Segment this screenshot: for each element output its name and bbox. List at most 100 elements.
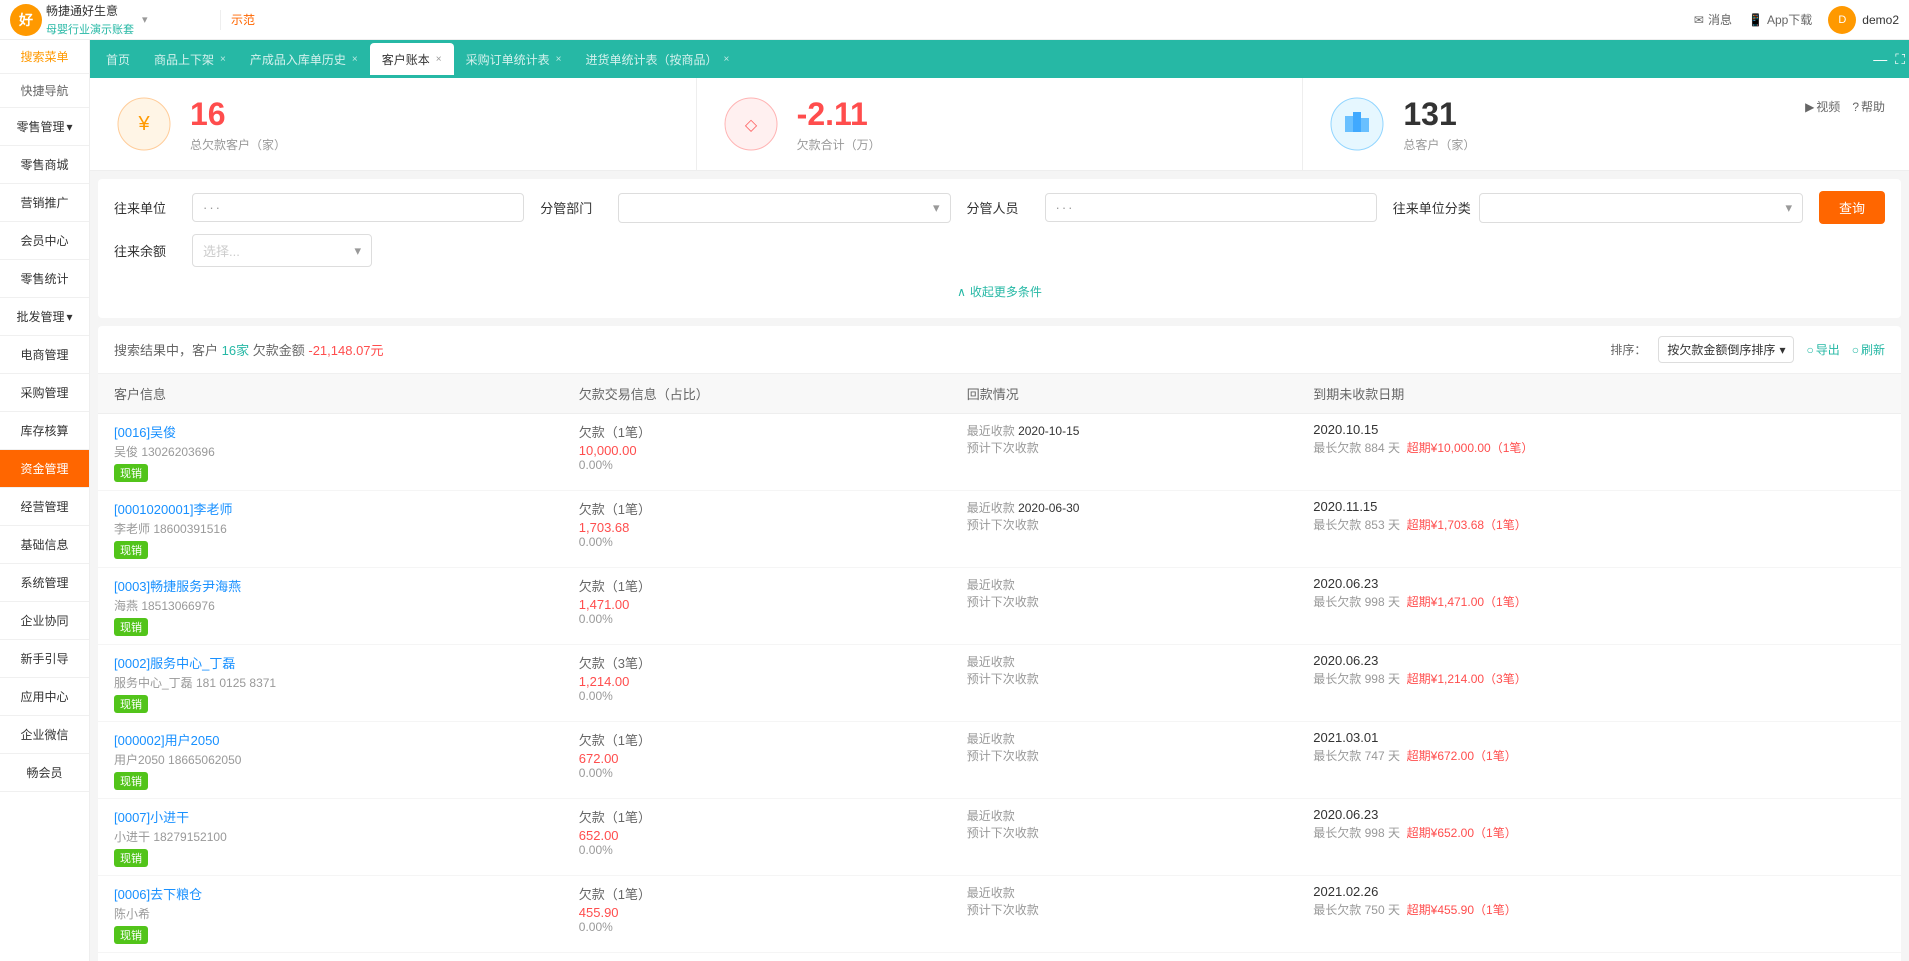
sidebar-item-operations[interactable]: 经营管理 [0, 488, 89, 526]
debt-amount-6[interactable]: 455.90 [579, 905, 935, 920]
tab-close-purchase-order[interactable]: × [556, 54, 562, 65]
tab-close-inventory-stats[interactable]: × [723, 54, 729, 65]
customer-tag-2: 现销 [114, 618, 148, 636]
debt-label-5: 欠款（1笔） [579, 807, 935, 826]
overdue-link-2[interactable]: 超期¥1,471.00（1笔） [1407, 595, 1527, 609]
overdue-info-4: 最长欠款 747 天 超期¥672.00（1笔） [1313, 747, 1885, 764]
sidebar-item-retail-stats[interactable]: 零售统计 [0, 260, 89, 298]
customer-tag-3: 现销 [114, 695, 148, 713]
debt-amount-2[interactable]: 1,471.00 [579, 597, 935, 612]
cell-customer-1: [0001020001]李老师 李老师 18600391516 现销 [98, 491, 563, 568]
filter-row-2: 往来余额 选择... ▾ [114, 234, 1885, 267]
filter-balance-label: 往来余额 [114, 241, 184, 260]
tab-close-product-offline[interactable]: × [220, 54, 226, 65]
sidebar-item-wechat[interactable]: 企业微信 [0, 716, 89, 754]
help-btn[interactable]: ? 帮助 [1852, 98, 1885, 115]
customer-tag-1: 现销 [114, 541, 148, 559]
sidebar-item-basic-info[interactable]: 基础信息 [0, 526, 89, 564]
overdue-link-6[interactable]: 超期¥455.90（1笔） [1407, 903, 1517, 917]
stat-content-debt-customers: 16 总欠款客户（家） [190, 95, 286, 152]
sidebar-item-marketing[interactable]: 营销推广 [0, 184, 89, 222]
overdue-link-1[interactable]: 超期¥1,703.68（1笔） [1407, 518, 1527, 532]
tab-home[interactable]: 首页 [94, 43, 142, 75]
sidebar-item-vip[interactable]: 畅会员 [0, 754, 89, 792]
sidebar-item-retail-mgmt[interactable]: 零售管理 ▾ [0, 108, 89, 146]
filter-balance-select[interactable]: 选择... ▾ [192, 234, 372, 267]
due-date-0: 2020.10.15 [1313, 422, 1885, 437]
sidebar-item-enterprise[interactable]: 企业协同 [0, 602, 89, 640]
cell-due-3: 2020.06.23 最长欠款 998 天 超期¥1,214.00（3笔） [1297, 645, 1901, 722]
overdue-link-5[interactable]: 超期¥652.00（1笔） [1407, 826, 1517, 840]
table-row: [000001]黄思源 黄思源 13552700226 现销 欠款（1笔） 42… [98, 953, 1901, 961]
stat-content-total-customers: 131 总客户（家） [1403, 95, 1475, 152]
overdue-link-3[interactable]: 超期¥1,214.00（3笔） [1407, 672, 1527, 686]
overdue-info-6: 最长欠款 750 天 超期¥455.90（1笔） [1313, 901, 1885, 918]
debt-percent-4: 0.00% [579, 766, 935, 780]
industry-selector[interactable]: 母婴行业演示账套 [46, 21, 134, 37]
debt-amount-1[interactable]: 1,703.68 [579, 520, 935, 535]
sidebar-item-guide[interactable]: 新手引导 [0, 640, 89, 678]
filter-person-input[interactable]: ··· [1045, 193, 1377, 222]
cell-due-6: 2021.02.26 最长欠款 750 天 超期¥455.90（1笔） [1297, 876, 1901, 953]
minimize-icon[interactable]: — [1873, 51, 1887, 67]
user-profile[interactable]: D demo2 [1828, 6, 1899, 34]
customer-name-1[interactable]: [0001020001]李老师 [114, 499, 547, 518]
sidebar-quick-nav[interactable]: 快捷导航 [0, 74, 89, 108]
tab-product-offline[interactable]: 商品上下架 × [142, 43, 238, 75]
sidebar-item-batch-mgmt[interactable]: 批发管理 ▾ [0, 298, 89, 336]
query-button[interactable]: 查询 [1819, 191, 1885, 224]
cell-debt-0: 欠款（1笔） 10,000.00 0.00% [563, 414, 951, 491]
customer-name-4[interactable]: [000002]用户2050 [114, 730, 547, 749]
debt-amount-0[interactable]: 10,000.00 [579, 443, 935, 458]
export-btn[interactable]: ○ 导出 [1806, 341, 1839, 358]
filter-unit-input[interactable]: ··· [192, 193, 524, 222]
due-date-6: 2021.02.26 [1313, 884, 1885, 899]
app-download-btn[interactable]: 📱 App下载 [1748, 11, 1812, 28]
debt-amount-5[interactable]: 652.00 [579, 828, 935, 843]
maximize-icon[interactable]: ⛶ [1895, 51, 1905, 68]
user-avatar: D [1828, 6, 1856, 34]
sort-select[interactable]: 按欠款金额倒序排序 ▾ [1658, 336, 1794, 363]
sidebar-item-purchase[interactable]: 采购管理 [0, 374, 89, 412]
sidebar-item-member[interactable]: 会员中心 [0, 222, 89, 260]
stat-top-right: ▶ 视频 ? 帮助 [1805, 94, 1885, 115]
customer-name-5[interactable]: [0007]小进干 [114, 807, 547, 826]
tab-purchase-order[interactable]: 采购订单统计表 × [454, 43, 574, 75]
demo-tag[interactable]: 示范 [231, 11, 255, 28]
tab-close-product-history[interactable]: × [352, 54, 358, 65]
customer-name-0[interactable]: [0016]吴俊 [114, 422, 547, 441]
tab-product-history[interactable]: 产成品入库单历史 × [238, 43, 370, 75]
customer-contact-2: 海燕 18513066976 [114, 597, 547, 614]
stat-number-debt-customers: 16 [190, 95, 286, 133]
sidebar-item-system[interactable]: 系统管理 [0, 564, 89, 602]
customer-name-2[interactable]: [0003]畅捷服务尹海燕 [114, 576, 547, 595]
sidebar-search[interactable]: 搜索菜单 [0, 40, 89, 74]
sidebar-item-inventory[interactable]: 库存核算 [0, 412, 89, 450]
cell-customer-3: [0002]服务中心_丁磊 服务中心_丁磊 181 0125 8371 现销 [98, 645, 563, 722]
cell-recovery-6: 最近收款 预计下次收款 [951, 876, 1298, 953]
customer-name-3[interactable]: [0002]服务中心_丁磊 [114, 653, 547, 672]
sidebar-item-app-center[interactable]: 应用中心 [0, 678, 89, 716]
overdue-link-4[interactable]: 超期¥672.00（1笔） [1407, 749, 1517, 763]
message-btn[interactable]: ✉ 消息 [1694, 11, 1732, 28]
cell-due-2: 2020.06.23 最长欠款 998 天 超期¥1,471.00（1笔） [1297, 568, 1901, 645]
tab-customer-account[interactable]: 客户账本 × [370, 43, 454, 75]
debt-amount-4[interactable]: 672.00 [579, 751, 935, 766]
industry-arrow: ▾ [142, 13, 148, 26]
sidebar-item-retail-store[interactable]: 零售商城 [0, 146, 89, 184]
sidebar-item-ecommerce[interactable]: 电商管理 [0, 336, 89, 374]
filter-unit-class-select[interactable]: ▾ [1479, 193, 1803, 223]
customer-name-6[interactable]: [0006]去下粮仓 [114, 884, 547, 903]
filter-dept-select[interactable]: ▾ [618, 193, 950, 223]
refresh-btn[interactable]: ○ 刷新 [1852, 341, 1885, 358]
tab-close-customer-account[interactable]: × [436, 54, 442, 65]
collapse-btn[interactable]: ∧ 收起更多条件 [114, 277, 1885, 306]
help-icon: ? [1852, 100, 1859, 114]
debt-amount-3[interactable]: 1,214.00 [579, 674, 935, 689]
customer-contact-0: 吴俊 13026203696 [114, 443, 547, 460]
overdue-link-0[interactable]: 超期¥10,000.00（1笔） [1407, 441, 1534, 455]
tab-inventory-stats[interactable]: 进货单统计表（按商品） × [573, 43, 741, 75]
sidebar-item-finance[interactable]: 资金管理 [0, 450, 89, 488]
video-btn[interactable]: ▶ 视频 [1805, 98, 1840, 115]
svg-text:◇: ◇ [745, 117, 758, 134]
